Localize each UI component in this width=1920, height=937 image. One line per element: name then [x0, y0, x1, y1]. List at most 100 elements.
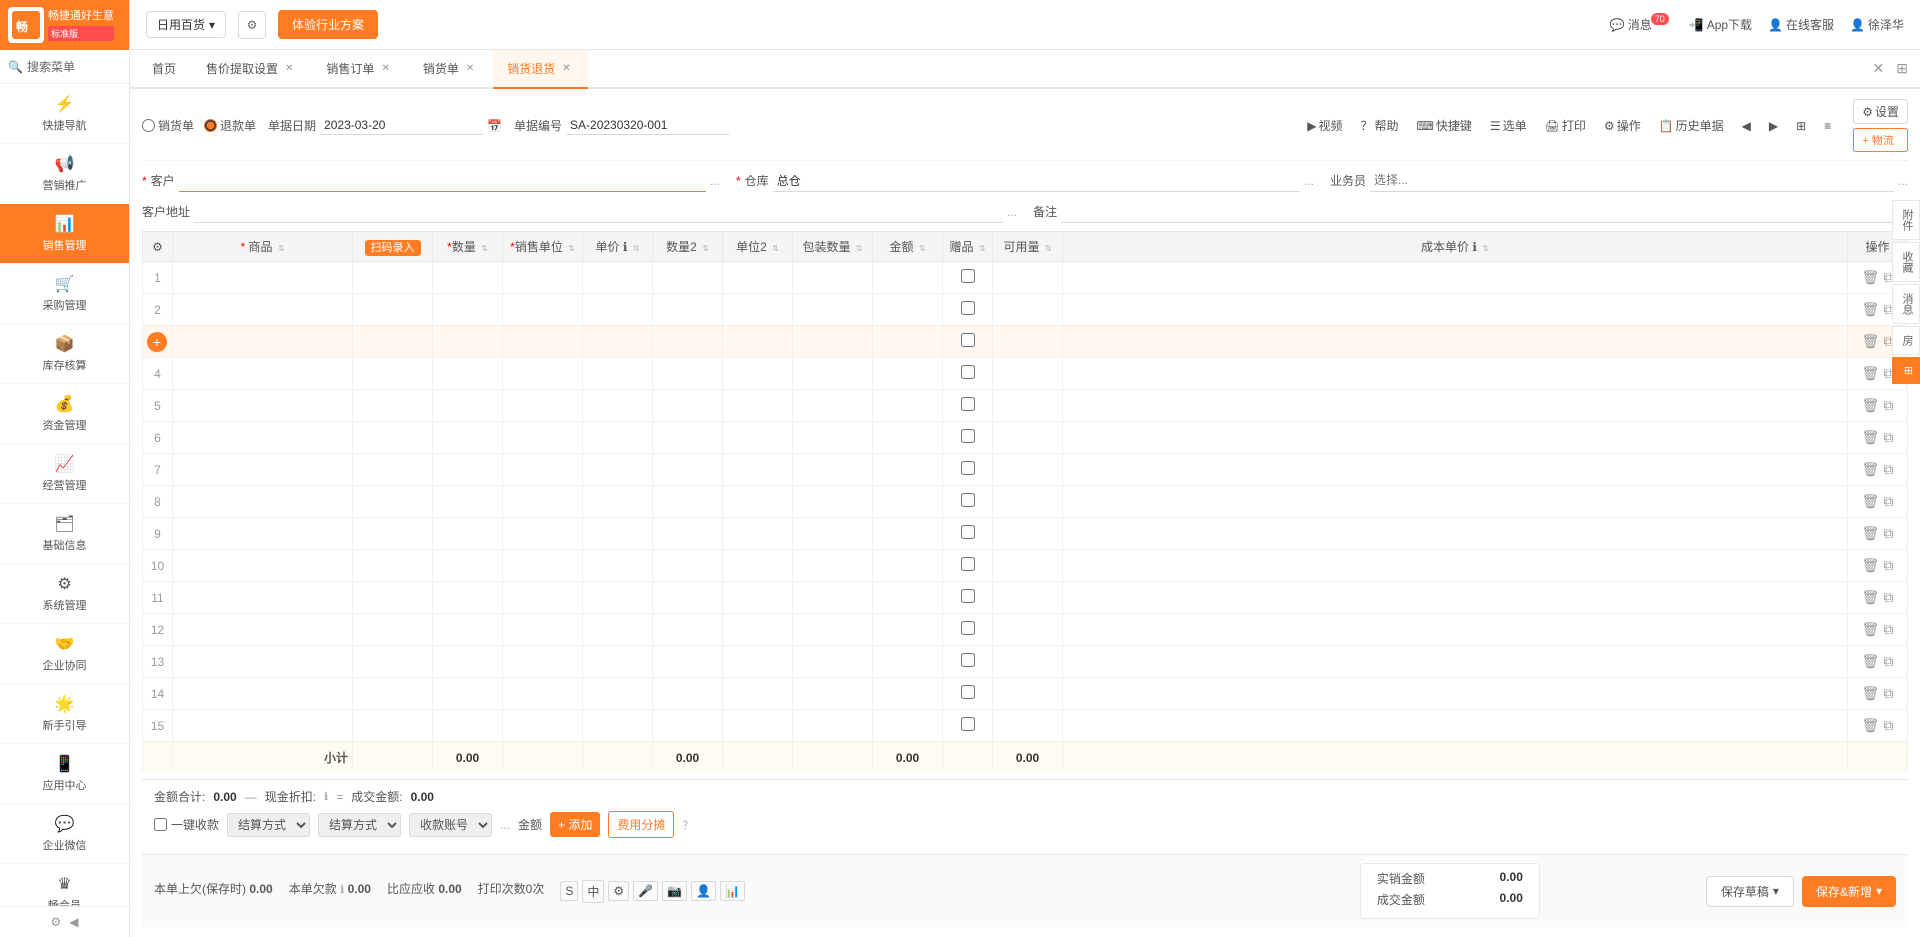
qty2-cell-12[interactable] [653, 614, 723, 646]
qty2-cell-13[interactable] [653, 646, 723, 678]
customer-select-btn[interactable]: ... [710, 174, 720, 188]
cost-price-cell-11[interactable] [1063, 582, 1848, 614]
right-panel-favorite[interactable]: 收藏 [1892, 242, 1920, 282]
amount-cell-5[interactable] [873, 390, 943, 422]
add-row-btn[interactable]: + [147, 332, 167, 352]
address-input[interactable] [194, 200, 1003, 223]
delete-row-btn-4[interactable]: 🗑 [1862, 365, 1880, 382]
amount-cell-4[interactable] [873, 358, 943, 390]
cost-price-cell-7[interactable] [1063, 454, 1848, 486]
pkg-qty-cell-9[interactable] [793, 518, 873, 550]
delete-row-btn-3[interactable]: 🗑 [1862, 333, 1880, 350]
copy-row-btn-14[interactable]: ⧉ [1883, 685, 1893, 702]
pkg-qty-cell-12[interactable] [793, 614, 873, 646]
print-btn[interactable]: 🖨 打印 [1539, 114, 1592, 137]
qty2-sort-icon[interactable]: ⇅ [702, 244, 709, 253]
sales-unit-cell-10[interactable] [503, 550, 583, 582]
sales-unit-cell-15[interactable] [503, 710, 583, 742]
cost-price-cell-6[interactable] [1063, 422, 1848, 454]
cost-price-cell-5[interactable] [1063, 390, 1848, 422]
delete-row-btn-2[interactable]: 🗑 [1862, 301, 1880, 318]
tab-sales-bill[interactable]: 销货单 ✕ [409, 50, 491, 89]
sidebar-item-enterprise-wechat[interactable]: 💬 企业微信 [0, 804, 129, 864]
available-cell-5[interactable] [993, 390, 1063, 422]
pkg-qty-cell-5[interactable] [793, 390, 873, 422]
gift-cell-6[interactable] [943, 422, 993, 454]
unit-price-cell-1[interactable] [583, 262, 653, 294]
pkg-qty-cell-14[interactable] [793, 678, 873, 710]
copy-row-btn-9[interactable]: ⧉ [1883, 525, 1893, 542]
qty2-cell-5[interactable] [653, 390, 723, 422]
gift-checkbox-6[interactable] [961, 429, 975, 443]
sidebar-item-new-guide[interactable]: 🌟 新手引导 [0, 684, 129, 744]
payment-method-select[interactable]: 结算方式 [227, 813, 310, 837]
amount-cell-14[interactable] [873, 678, 943, 710]
qty2-cell-6[interactable] [653, 422, 723, 454]
pkg-qty-cell-4[interactable] [793, 358, 873, 390]
right-panel-room[interactable]: 房 [1892, 326, 1920, 355]
gift-checkbox-3[interactable] [961, 333, 975, 347]
gift-checkbox-14[interactable] [961, 685, 975, 699]
unit-price-cell-3[interactable] [583, 326, 653, 358]
delete-row-btn-11[interactable]: 🗑 [1862, 589, 1880, 606]
scan-btn[interactable]: 扫码录入 [365, 240, 421, 256]
industry-dropdown[interactable]: 日用百货 ▾ [146, 11, 226, 38]
unit2-cell-8[interactable] [723, 486, 793, 518]
expense-split-btn[interactable]: 费用分摊 [608, 811, 674, 838]
cost-price-cell-8[interactable] [1063, 486, 1848, 518]
product-cell-5[interactable] [173, 390, 353, 422]
print-icon4[interactable]: 🎤 [633, 881, 658, 901]
sales-unit-cell-12[interactable] [503, 614, 583, 646]
unit2-cell-2[interactable] [723, 294, 793, 326]
user-avatar[interactable]: 👤 徐泽华 [1850, 16, 1904, 33]
sales-unit-cell-1[interactable] [503, 262, 583, 294]
sales-unit-cell-9[interactable] [503, 518, 583, 550]
help-btn[interactable]: ？ 帮助 [1355, 114, 1405, 137]
available-cell-15[interactable] [993, 710, 1063, 742]
qty-cell-15[interactable] [433, 710, 503, 742]
delete-row-btn-14[interactable]: 🗑 [1862, 685, 1880, 702]
sidebar-item-vip[interactable]: ♛ 畅会员 [0, 864, 129, 906]
topbar-settings-btn[interactable]: ⚙ [238, 11, 266, 39]
unit2-cell-12[interactable] [723, 614, 793, 646]
copy-row-btn-11[interactable]: ⧉ [1883, 589, 1893, 606]
available-cell-2[interactable] [993, 294, 1063, 326]
qty2-cell-11[interactable] [653, 582, 723, 614]
delete-row-btn-9[interactable]: 🗑 [1862, 525, 1880, 542]
delete-row-btn-15[interactable]: 🗑 [1862, 717, 1880, 734]
available-cell-3[interactable] [993, 326, 1063, 358]
gift-cell-4[interactable] [943, 358, 993, 390]
available-sort-icon[interactable]: ⇅ [1045, 244, 1052, 253]
cost-price-cell-15[interactable] [1063, 710, 1848, 742]
copy-row-btn-13[interactable]: ⧉ [1883, 653, 1893, 670]
gift-checkbox-9[interactable] [961, 525, 975, 539]
copy-row-btn-5[interactable]: ⧉ [1883, 397, 1893, 414]
one-click-payment-checkbox[interactable]: 一键收款 [154, 816, 219, 833]
product-cell-4[interactable] [173, 358, 353, 390]
sales-unit-cell-14[interactable] [503, 678, 583, 710]
sales-unit-cell-8[interactable] [503, 486, 583, 518]
qty-sort-icon[interactable]: ⇅ [481, 244, 488, 253]
qty-cell-2[interactable] [433, 294, 503, 326]
unit-price-cell-13[interactable] [583, 646, 653, 678]
qty-cell-13[interactable] [433, 646, 503, 678]
amount-cell-1[interactable] [873, 262, 943, 294]
unit2-cell-3[interactable] [723, 326, 793, 358]
print-icon7[interactable]: 📊 [720, 881, 745, 901]
account-dots[interactable]: ... [500, 818, 510, 832]
product-cell-11[interactable] [173, 582, 353, 614]
qty-cell-5[interactable] [433, 390, 503, 422]
sidebar-item-app-center[interactable]: 📱 应用中心 [0, 744, 129, 804]
logistics-btn[interactable]: + 物流 [1853, 128, 1908, 152]
unit-price-cell-7[interactable] [583, 454, 653, 486]
delete-row-btn-6[interactable]: 🗑 [1862, 429, 1880, 446]
print-icon3[interactable]: ⚙ [608, 881, 629, 901]
copy-row-btn-10[interactable]: ⧉ [1883, 557, 1893, 574]
gift-checkbox-2[interactable] [961, 301, 975, 315]
cost-price-cell-3[interactable] [1063, 326, 1848, 358]
amount-cell-2[interactable] [873, 294, 943, 326]
sales-unit-cell-5[interactable] [503, 390, 583, 422]
tab-price-extract-close[interactable]: ✕ [282, 62, 296, 75]
copy-row-btn-7[interactable]: ⧉ [1883, 461, 1893, 478]
qty-cell-4[interactable] [433, 358, 503, 390]
